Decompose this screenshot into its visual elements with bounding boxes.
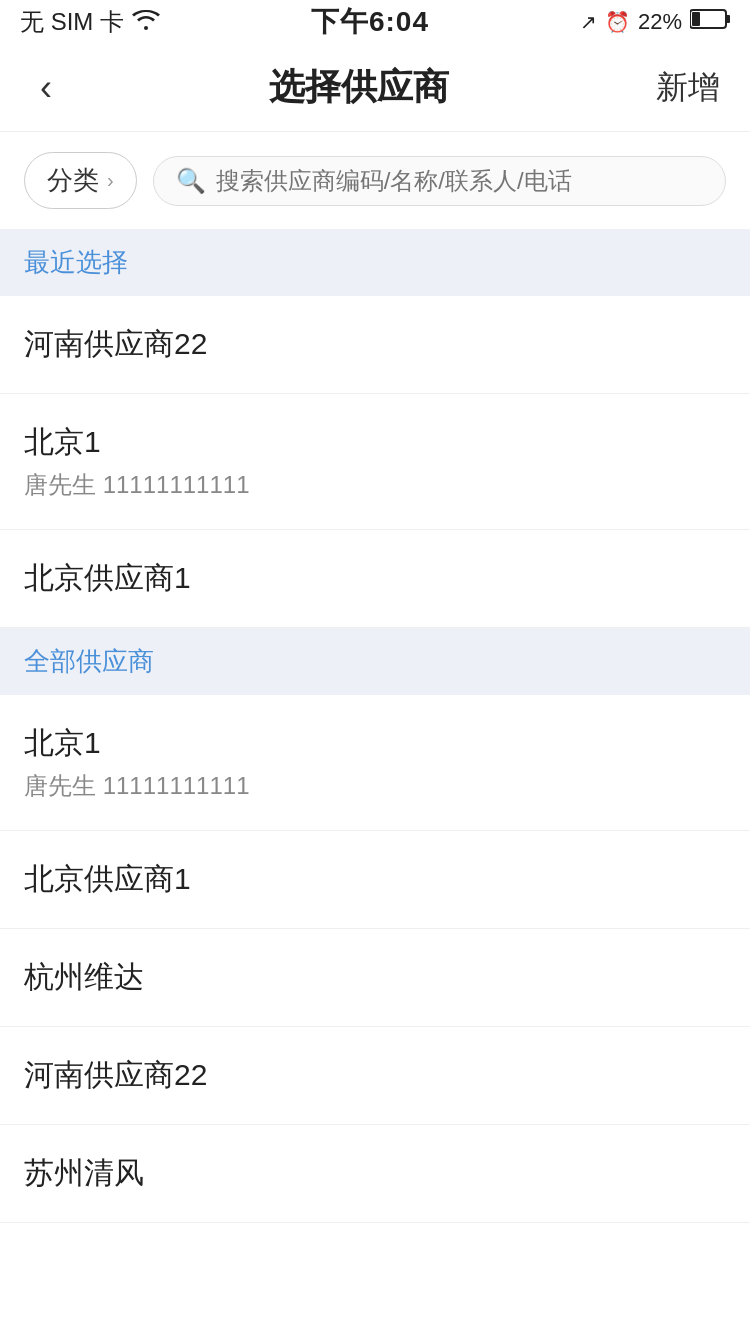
list-item-name: 河南供应商22 (24, 324, 726, 365)
recent-section-header: 最近选择 (0, 229, 750, 296)
list-item[interactable]: 河南供应商22 (0, 296, 750, 394)
list-item[interactable]: 苏州清风 (0, 1125, 750, 1223)
status-right: ↗ ⏰ 22% (580, 8, 730, 36)
list-item-name: 苏州清风 (24, 1153, 726, 1194)
recent-section-label: 最近选择 (24, 247, 128, 277)
list-item-sub: 唐先生 11111111111 (24, 770, 726, 802)
list-item-sub: 唐先生 11111111111 (24, 469, 726, 501)
battery-icon (690, 8, 730, 36)
page-title: 选择供应商 (269, 63, 449, 112)
list-item[interactable]: 河南供应商22 (0, 1027, 750, 1125)
list-item[interactable]: 北京1 唐先生 11111111111 (0, 695, 750, 831)
list-item-name: 杭州维达 (24, 957, 726, 998)
list-item[interactable]: 北京供应商1 (0, 530, 750, 628)
alarm-icon: ⏰ (605, 10, 630, 34)
all-section-header: 全部供应商 (0, 628, 750, 695)
list-item-name: 北京1 (24, 723, 726, 764)
search-box: 🔍 (153, 156, 726, 206)
list-item-name: 北京1 (24, 422, 726, 463)
filter-bar: 分类 › 🔍 (0, 132, 750, 229)
status-time: 下午6:04 (311, 3, 429, 41)
no-sim-label: 无 SIM 卡 (20, 6, 124, 38)
search-input[interactable] (216, 167, 703, 195)
status-left: 无 SIM 卡 (20, 6, 160, 38)
list-item-name: 河南供应商22 (24, 1055, 726, 1096)
back-button[interactable]: ‹ (30, 57, 62, 119)
list-item[interactable]: 北京1 唐先生 11111111111 (0, 394, 750, 530)
add-button[interactable]: 新增 (656, 66, 720, 110)
search-icon: 🔍 (176, 167, 206, 195)
all-items-list: 北京1 唐先生 11111111111 北京供应商1 杭州维达河南供应商22 苏州清风 (0, 695, 750, 1223)
svg-rect-1 (726, 15, 730, 23)
list-item-name: 北京供应商1 (24, 558, 726, 599)
wifi-icon (132, 8, 160, 36)
svg-rect-2 (692, 12, 700, 26)
list-item[interactable]: 杭州维达 (0, 929, 750, 1027)
location-icon: ↗ (580, 10, 597, 34)
list-item-name: 北京供应商1 (24, 859, 726, 900)
nav-bar: ‹ 选择供应商 新增 (0, 44, 750, 132)
category-label: 分类 (47, 163, 99, 198)
status-bar: 无 SIM 卡 下午6:04 ↗ ⏰ 22% (0, 0, 750, 44)
category-button[interactable]: 分类 › (24, 152, 137, 209)
recent-items-list: 河南供应商22 北京1 唐先生 11111111111 北京供应商1 (0, 296, 750, 628)
battery-label: 22% (638, 9, 682, 35)
chevron-right-icon: › (107, 169, 114, 192)
all-section-label: 全部供应商 (24, 646, 154, 676)
list-item[interactable]: 北京供应商1 (0, 831, 750, 929)
